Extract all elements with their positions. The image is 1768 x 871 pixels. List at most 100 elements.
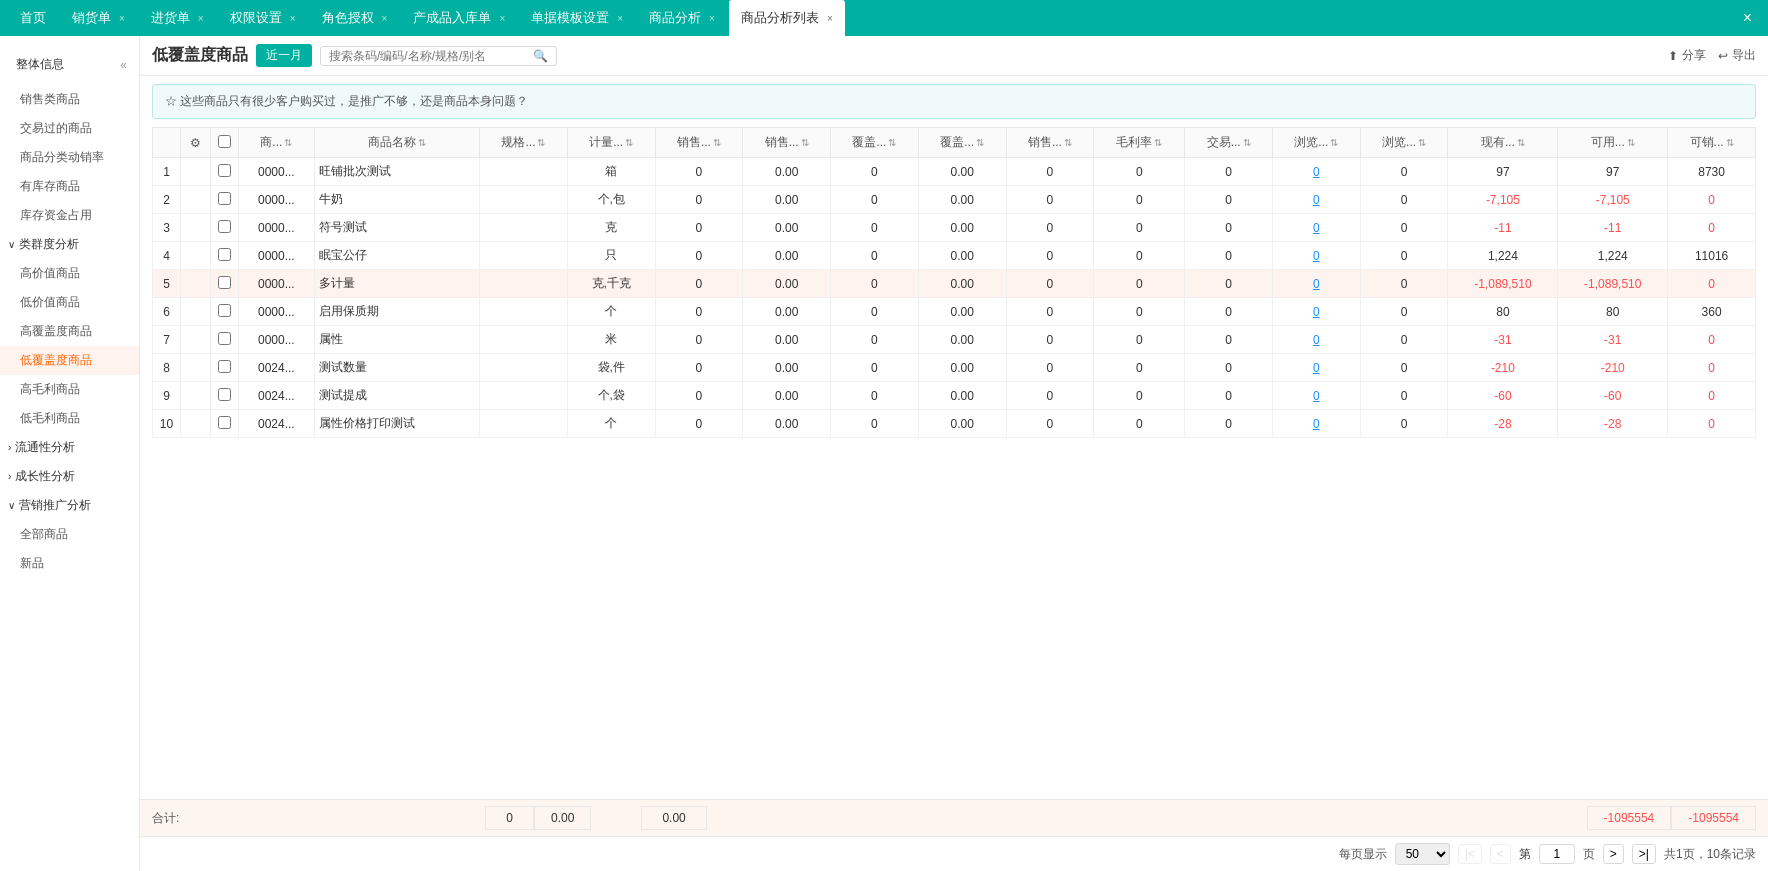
row-settings[interactable]: [181, 270, 211, 298]
row-settings[interactable]: [181, 382, 211, 410]
nav-home[interactable]: 首页: [8, 0, 58, 36]
browse1-column-header[interactable]: 浏览...⇅: [1273, 128, 1361, 158]
sidebar-section-group[interactable]: ∨ 类群度分析: [0, 230, 139, 259]
row-settings[interactable]: [181, 214, 211, 242]
row-checkbox[interactable]: [211, 382, 239, 410]
last-page-btn[interactable]: >|: [1632, 844, 1656, 864]
row-browse1[interactable]: 0: [1273, 242, 1361, 270]
row-settings[interactable]: [181, 186, 211, 214]
sidebar-section-marketing[interactable]: ∨ 营销推广分析: [0, 491, 139, 520]
export-button[interactable]: ↩ 导出: [1718, 47, 1756, 64]
sidebar-section-overall[interactable]: 整体信息: [8, 50, 72, 79]
row-select-checkbox[interactable]: [218, 220, 231, 233]
nav-product-analysis-list[interactable]: 商品分析列表 ×: [729, 0, 845, 36]
settings-column-header[interactable]: ⚙: [181, 128, 211, 158]
nav-close-all[interactable]: ×: [1735, 9, 1760, 27]
search-input[interactable]: [329, 49, 529, 63]
table-container[interactable]: ⚙ 商...⇅ 商品名称⇅ 规格...⇅ 计量...⇅ 销售...⇅ 销售...…: [140, 127, 1768, 799]
nav-close-sales[interactable]: ×: [119, 13, 125, 24]
margin-column-header[interactable]: 毛利率⇅: [1094, 128, 1185, 158]
row-select-checkbox[interactable]: [218, 332, 231, 345]
nav-purchase-order[interactable]: 进货单 ×: [139, 0, 216, 36]
share-button[interactable]: ⬆ 分享: [1668, 47, 1706, 64]
sales-amount-column-header[interactable]: 销售...⇅: [743, 128, 831, 158]
sidebar-item-traded-products[interactable]: 交易过的商品: [0, 114, 139, 143]
nav-role-auth[interactable]: 角色授权 ×: [310, 0, 400, 36]
nav-close-product-analysis[interactable]: ×: [709, 13, 715, 24]
row-browse1[interactable]: 0: [1273, 410, 1361, 438]
select-all-checkbox[interactable]: [218, 135, 231, 148]
nav-close-template[interactable]: ×: [617, 13, 623, 24]
sales3-column-header[interactable]: 销售...⇅: [1006, 128, 1094, 158]
saleable-column-header[interactable]: 可销...⇅: [1668, 128, 1756, 158]
nav-close-list[interactable]: ×: [827, 13, 833, 24]
row-browse1[interactable]: 0: [1273, 326, 1361, 354]
row-select-checkbox[interactable]: [218, 388, 231, 401]
row-browse1[interactable]: 0: [1273, 214, 1361, 242]
coverage2-column-header[interactable]: 覆盖...⇅: [918, 128, 1006, 158]
sidebar-item-new-products[interactable]: 新品: [0, 549, 139, 578]
sidebar-item-high-margin[interactable]: 高毛利商品: [0, 375, 139, 404]
row-checkbox[interactable]: [211, 158, 239, 186]
row-browse1[interactable]: 0: [1273, 298, 1361, 326]
spec-column-header[interactable]: 规格...⇅: [480, 128, 568, 158]
nav-production[interactable]: 产成品入库单 ×: [401, 0, 517, 36]
time-filter-button[interactable]: 近一月: [256, 44, 312, 67]
sidebar-item-sales-products[interactable]: 销售类商品: [0, 85, 139, 114]
unit-column-header[interactable]: 计量...⇅: [567, 128, 655, 158]
row-select-checkbox[interactable]: [218, 416, 231, 429]
sidebar-item-high-value[interactable]: 高价值商品: [0, 259, 139, 288]
sidebar-item-low-margin[interactable]: 低毛利商品: [0, 404, 139, 433]
row-select-checkbox[interactable]: [218, 304, 231, 317]
page-number-input[interactable]: [1539, 844, 1575, 864]
row-checkbox[interactable]: [211, 410, 239, 438]
per-page-select[interactable]: 50 10 20 100: [1395, 843, 1450, 865]
row-checkbox[interactable]: [211, 270, 239, 298]
row-select-checkbox[interactable]: [218, 164, 231, 177]
row-browse1[interactable]: 0: [1273, 158, 1361, 186]
next-page-btn[interactable]: >: [1603, 844, 1624, 864]
nav-template[interactable]: 单据模板设置 ×: [519, 0, 635, 36]
row-checkbox[interactable]: [211, 354, 239, 382]
search-icon[interactable]: 🔍: [533, 49, 548, 63]
code-column-header[interactable]: 商...⇅: [239, 128, 315, 158]
nav-product-analysis[interactable]: 商品分析 ×: [637, 0, 727, 36]
sidebar-section-growth[interactable]: › 成长性分析: [0, 462, 139, 491]
nav-close-production[interactable]: ×: [499, 13, 505, 24]
sidebar-item-category-rate[interactable]: 商品分类动销率: [0, 143, 139, 172]
browse2-column-header[interactable]: 浏览...⇅: [1360, 128, 1448, 158]
nav-close-permission[interactable]: ×: [290, 13, 296, 24]
available-column-header[interactable]: 可用...⇅: [1558, 128, 1668, 158]
checkbox-column-header[interactable]: [211, 128, 239, 158]
prev-page-btn[interactable]: <: [1490, 844, 1511, 864]
row-browse1[interactable]: 0: [1273, 354, 1361, 382]
row-settings[interactable]: [181, 326, 211, 354]
coverage1-column-header[interactable]: 覆盖...⇅: [831, 128, 919, 158]
row-settings[interactable]: [181, 354, 211, 382]
row-settings[interactable]: [181, 410, 211, 438]
row-checkbox[interactable]: [211, 186, 239, 214]
first-page-btn[interactable]: |<: [1458, 844, 1482, 864]
sidebar-collapse-btn[interactable]: «: [116, 56, 131, 74]
current-stock-column-header[interactable]: 现有...⇅: [1448, 128, 1558, 158]
row-settings[interactable]: [181, 242, 211, 270]
sidebar-item-in-stock[interactable]: 有库存商品: [0, 172, 139, 201]
transaction-column-header[interactable]: 交易...⇅: [1185, 128, 1273, 158]
sidebar-item-low-value[interactable]: 低价值商品: [0, 288, 139, 317]
row-checkbox[interactable]: [211, 298, 239, 326]
sidebar-section-liquidity[interactable]: › 流通性分析: [0, 433, 139, 462]
row-settings[interactable]: [181, 298, 211, 326]
row-checkbox[interactable]: [211, 326, 239, 354]
row-settings[interactable]: [181, 158, 211, 186]
row-checkbox[interactable]: [211, 214, 239, 242]
name-column-header[interactable]: 商品名称⇅: [314, 128, 479, 158]
row-select-checkbox[interactable]: [218, 192, 231, 205]
nav-sales-order[interactable]: 销货单 ×: [60, 0, 137, 36]
row-browse1[interactable]: 0: [1273, 186, 1361, 214]
row-select-checkbox[interactable]: [218, 248, 231, 261]
sales-count-column-header[interactable]: 销售...⇅: [655, 128, 743, 158]
row-select-checkbox[interactable]: [218, 276, 231, 289]
sidebar-item-all-products[interactable]: 全部商品: [0, 520, 139, 549]
row-checkbox[interactable]: [211, 242, 239, 270]
row-browse1[interactable]: 0: [1273, 270, 1361, 298]
